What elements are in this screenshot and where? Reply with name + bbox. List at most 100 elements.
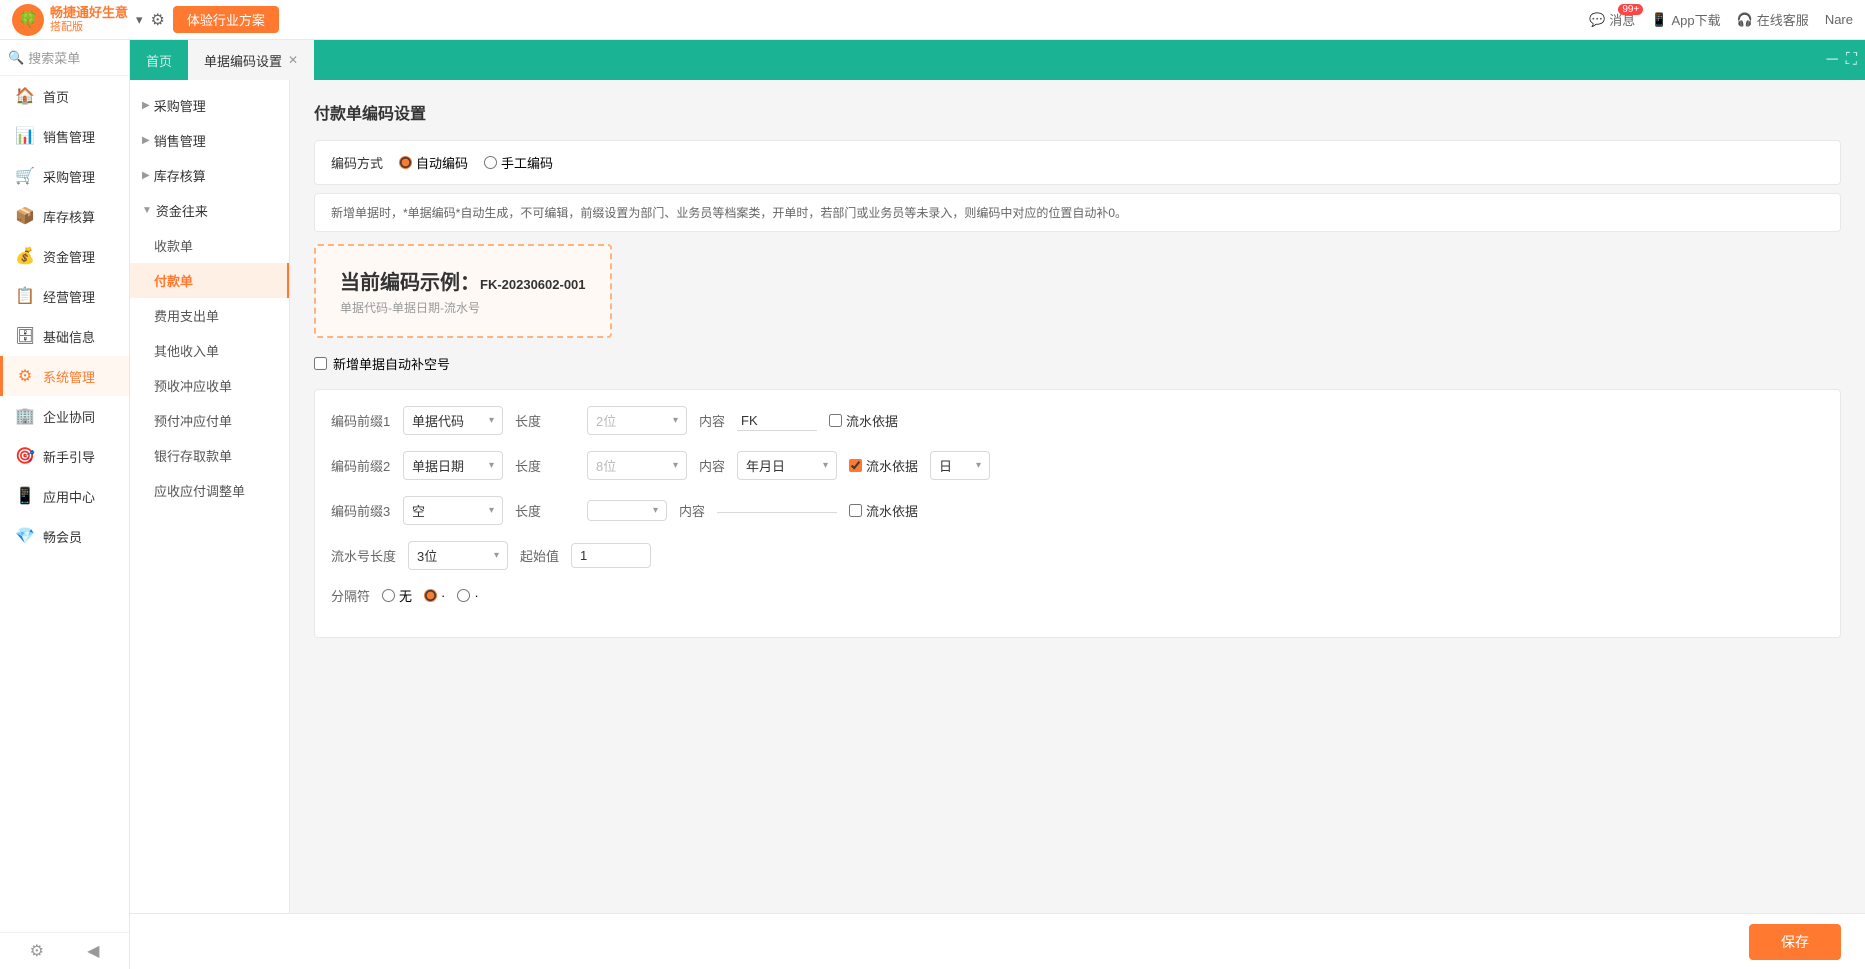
sub-group-sales-header[interactable]: ▶ 销售管理	[130, 123, 289, 158]
prefix-row-1: 编码前缀1 单据代码 ▾ 长度 2位 ▾ 内容 FK	[331, 406, 1824, 435]
workspace-dropdown[interactable]: ▾	[136, 12, 143, 28]
chevron-down-serial-len: ▾	[494, 550, 499, 561]
code-preview-description: 单据代码-单据日期-流水号	[340, 299, 586, 316]
length-1-label: 长度	[515, 411, 575, 430]
prefix-2-select[interactable]: 单据日期 ▾	[403, 451, 503, 480]
tab-bar: 首页 单据编码设置 ✕ ─ ⛶	[130, 40, 1865, 80]
collapse-icon[interactable]: ◀	[87, 941, 99, 961]
sub-item-receipt[interactable]: 收款单	[130, 228, 289, 263]
prefix-1-select[interactable]: 单据代码 ▾	[403, 406, 503, 435]
sub-item-bank-deposit[interactable]: 银行存取款单	[130, 438, 289, 473]
auto-encode-option[interactable]: 自动编码	[399, 153, 468, 172]
tab-maximize-icon[interactable]: ⛶	[1846, 51, 1857, 69]
start-value-input[interactable]	[571, 543, 651, 568]
sub-group-inventory-header[interactable]: ▶ 库存核算	[130, 158, 289, 193]
logo-text: 畅捷通好生意 搭配版	[50, 5, 128, 34]
sidebar-item-purchase[interactable]: 🛒 采购管理	[0, 156, 129, 196]
settings-icon[interactable]: ⚙	[151, 10, 165, 30]
workspace-label: ▾	[136, 12, 143, 28]
sidebar-item-enterprise[interactable]: 🏢 企业协同	[0, 396, 129, 436]
tab-close-icon[interactable]: ✕	[288, 53, 298, 67]
serial-basis-2-period-value: 日	[939, 456, 952, 475]
sub-group-sales-label: 销售管理	[154, 131, 206, 150]
auto-fill-checkbox[interactable]	[314, 357, 327, 370]
sub-group-purchase-header[interactable]: ▶ 采购管理	[130, 88, 289, 123]
settings-bottom-icon[interactable]: ⚙	[30, 941, 44, 961]
prefix-3-select[interactable]: 空 ▾	[403, 496, 503, 525]
sub-group-inventory-label: 库存核算	[154, 166, 206, 185]
app-download-button[interactable]: 📱 App下载	[1651, 10, 1720, 29]
sub-group-capital: ▼ 资金往来 收款单 付款单 费用支出单 其他收入单 预收冲应收单 预付冲应付单…	[130, 193, 289, 508]
sidebar-item-basic[interactable]: 🗄 基础信息	[0, 316, 129, 356]
sidebar-item-home[interactable]: 🏠 首页	[0, 76, 129, 116]
operations-icon: 📋	[15, 286, 35, 306]
manual-encode-radio[interactable]	[484, 156, 497, 169]
length-3-select[interactable]: ▾	[587, 500, 667, 521]
serial-basis-1-item[interactable]: 流水依据	[829, 411, 898, 430]
solution-button[interactable]: 体验行业方案	[173, 6, 279, 33]
tab-serial-settings[interactable]: 单据编码设置 ✕	[188, 40, 314, 80]
serial-length-value: 3位	[417, 546, 437, 565]
separator-dash-option[interactable]: ·	[424, 588, 445, 603]
serial-basis-3-item[interactable]: 流水依据	[849, 501, 918, 520]
sub-group-purchase-label: 采购管理	[154, 96, 206, 115]
length-2-value: 8位	[596, 456, 616, 475]
sidebar-item-system[interactable]: ⚙ 系统管理	[0, 356, 129, 396]
sidebar-item-app-center[interactable]: 📱 应用中心	[0, 476, 129, 516]
separator-none-radio[interactable]	[382, 589, 395, 602]
top-bar-left: 🍀 畅捷通好生意 搭配版 ▾ ⚙ 体验行业方案	[12, 4, 279, 36]
manual-encode-option[interactable]: 手工编码	[484, 153, 553, 172]
content-2-value: 年月日	[746, 456, 785, 475]
sidebar-item-operations[interactable]: 📋 经营管理	[0, 276, 129, 316]
code-preview-box: 当前编码示例：FK-20230602-001 单据代码-单据日期-流水号	[314, 244, 612, 338]
serial-basis-2-period-select[interactable]: 日 ▾	[930, 451, 990, 480]
separator-dot-option[interactable]: ·	[457, 588, 478, 603]
sub-item-ar-ap-adjust[interactable]: 应收应付调整单	[130, 473, 289, 508]
sidebar-item-sales[interactable]: 📊 销售管理	[0, 116, 129, 156]
sidebar-item-newbie[interactable]: 🎯 新手引导	[0, 436, 129, 476]
sidebar-bottom: ⚙ ◀	[0, 932, 129, 969]
system-icon: ⚙	[15, 366, 35, 386]
sidebar-item-inventory[interactable]: 📦 库存核算	[0, 196, 129, 236]
logo-icon: 🍀	[12, 4, 44, 36]
sub-item-prepaid-payable[interactable]: 预付冲应付单	[130, 403, 289, 438]
sidebar-label-inventory: 库存核算	[43, 207, 95, 226]
serial-basis-2-checkbox[interactable]	[849, 459, 862, 472]
length-1-select[interactable]: 2位 ▾	[587, 406, 687, 435]
serial-basis-3-checkbox[interactable]	[849, 504, 862, 517]
settings-container: 编码前缀1 单据代码 ▾ 长度 2位 ▾ 内容 FK	[314, 389, 1841, 638]
user-menu[interactable]: Nare	[1825, 12, 1853, 27]
sub-item-other-income[interactable]: 其他收入单	[130, 333, 289, 368]
sub-item-payment[interactable]: 付款单	[130, 263, 289, 298]
prefix-2-value: 单据日期	[412, 456, 464, 475]
chevron-right-icon: ▶	[142, 100, 150, 111]
save-button[interactable]: 保存	[1749, 924, 1841, 960]
sidebar-search[interactable]: 🔍 搜索菜单	[0, 40, 129, 76]
online-service-button[interactable]: 🎧 在线客服	[1737, 10, 1809, 29]
sidebar-item-member[interactable]: 💎 畅会员	[0, 516, 129, 556]
auto-encode-radio[interactable]	[399, 156, 412, 169]
serial-basis-2-item[interactable]: 流水依据	[849, 456, 918, 475]
top-bar-right: 💬 消息 99+ 📱 App下载 🎧 在线客服 Nare	[1589, 10, 1853, 29]
serial-basis-1-checkbox[interactable]	[829, 414, 842, 427]
sidebar-label-purchase: 采购管理	[43, 167, 95, 186]
content-2-select[interactable]: 年月日 ▾	[737, 451, 837, 480]
tab-home[interactable]: 首页	[130, 40, 188, 80]
sub-group-capital-header[interactable]: ▼ 资金往来	[130, 193, 289, 228]
tab-home-label: 首页	[146, 51, 172, 70]
separator-dot-radio[interactable]	[457, 589, 470, 602]
logo-name: 畅捷通好生意	[50, 5, 128, 21]
sidebar-label-app-center: 应用中心	[43, 487, 95, 506]
sub-item-expense[interactable]: 费用支出单	[130, 298, 289, 333]
sub-item-prepaid-receivable[interactable]: 预收冲应收单	[130, 368, 289, 403]
serial-length-select[interactable]: 3位 ▾	[408, 541, 508, 570]
auto-encode-label: 自动编码	[416, 153, 468, 172]
sidebar-item-finance[interactable]: 💰 资金管理	[0, 236, 129, 276]
tab-minimize-icon[interactable]: ─	[1826, 51, 1837, 69]
separator-none-option[interactable]: 无	[382, 586, 412, 605]
messages-button[interactable]: 💬 消息 99+	[1589, 10, 1635, 29]
length-2-select[interactable]: 8位 ▾	[587, 451, 687, 480]
newbie-icon: 🎯	[15, 446, 35, 466]
separator-label: 分隔符	[331, 586, 370, 605]
separator-dash-radio[interactable]	[424, 589, 437, 602]
